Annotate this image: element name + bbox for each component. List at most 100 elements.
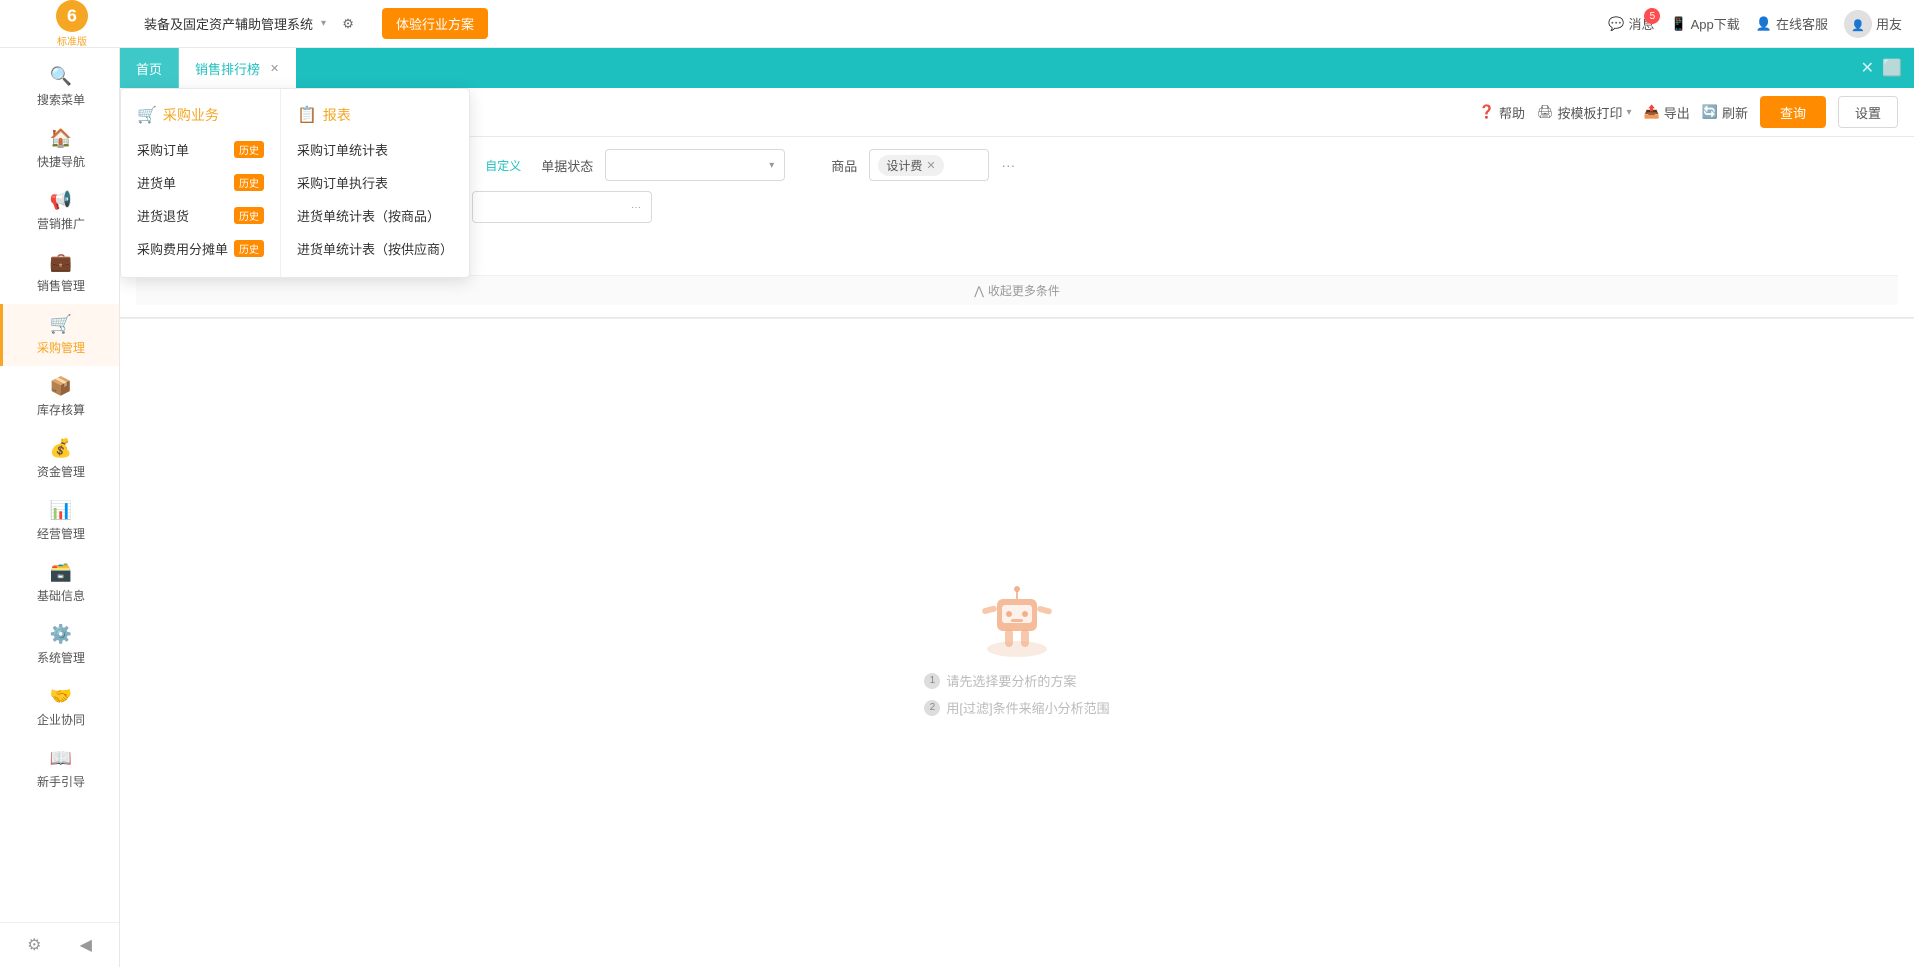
- empty-steps: 1 请先选择要分析的方案 2 用[过滤]条件来缩小分析范围: [924, 671, 1109, 717]
- sidebar-collapse-icon[interactable]: ◀: [80, 935, 92, 955]
- print-chevron-icon[interactable]: ▾: [1627, 107, 1632, 118]
- sidebar-item-guide-label: 新手引导: [37, 773, 85, 790]
- sidebar-item-finance[interactable]: 💰 资金管理: [0, 428, 119, 490]
- history-badge-return: 历史: [234, 207, 264, 224]
- app-download-button[interactable]: 📱 App下载: [1670, 14, 1739, 33]
- system-title: 装备及固定资产辅助管理系统: [144, 14, 313, 33]
- header-right: 💬 消息 5 📱 App下载 👤 在线客服 👤 用友: [1608, 10, 1902, 38]
- dropdown-item-order-stats[interactable]: 采购订单统计表: [281, 133, 469, 166]
- step-1-dot: 1: [924, 673, 940, 689]
- tab-close-icon[interactable]: ✕: [270, 62, 279, 75]
- help-button[interactable]: ❓ 帮助: [1479, 103, 1525, 122]
- message-button[interactable]: 💬 消息 5: [1608, 14, 1654, 33]
- inbound-stats-goods-label: 进货单统计表（按商品）: [297, 206, 440, 225]
- sidebar-item-quicknav[interactable]: 🏠 快捷导航: [0, 118, 119, 180]
- refresh-button[interactable]: 🔄 刷新: [1702, 103, 1748, 122]
- doc-status-label: 单据状态: [533, 156, 593, 175]
- empty-step-1: 1 请先选择要分析的方案: [924, 671, 1109, 690]
- inbound-stats-supplier-label: 进货单统计表（按供应商）: [297, 239, 453, 258]
- user-avatar: 👤: [1844, 10, 1872, 38]
- step-1-text: 请先选择要分析的方案: [946, 671, 1076, 690]
- guide-icon: 📖: [50, 748, 72, 769]
- sidebar-item-operations[interactable]: 📊 经营管理: [0, 490, 119, 552]
- export-button[interactable]: 📤 导出: [1644, 103, 1690, 122]
- sidebar-item-basicinfo[interactable]: 🗃️ 基础信息: [0, 552, 119, 614]
- export-icon: 📤: [1644, 104, 1660, 120]
- content-area: 首页 销售排行榜 ✕ ✕ ⬜ 🛒 采购业务 采购订单: [120, 48, 1914, 967]
- help-label: 帮助: [1499, 103, 1525, 122]
- sidebar-item-search-label: 搜索菜单: [37, 91, 85, 108]
- avatar-image: 👤: [1844, 10, 1872, 38]
- print-icon: 🖨: [1537, 104, 1554, 120]
- step-2-dot: 2: [924, 700, 940, 716]
- goods-chip-label: 设计费: [886, 157, 922, 174]
- step-2-text: 用[过滤]条件来缩小分析范围: [946, 698, 1109, 717]
- tab-home[interactable]: 首页: [120, 48, 179, 88]
- svg-text:6: 6: [67, 5, 77, 25]
- sidebar-item-marketing[interactable]: 📢 营销推广: [0, 180, 119, 242]
- query-button[interactable]: 查询: [1760, 96, 1826, 128]
- collapse-bar[interactable]: ⋀ 收起更多条件: [136, 275, 1898, 305]
- user-label: 用友: [1876, 14, 1902, 33]
- sidebar-item-guide[interactable]: 📖 新手引导: [0, 738, 119, 800]
- industry-solution-button[interactable]: 体验行业方案: [382, 8, 488, 39]
- doc-status-select[interactable]: ▾: [605, 149, 785, 181]
- dropdown-item-order-exec[interactable]: 采购订单执行表: [281, 166, 469, 199]
- sidebar-item-inventory[interactable]: 📦 库存核算: [0, 366, 119, 428]
- message-icon: 💬: [1608, 16, 1624, 32]
- shortcut-custom[interactable]: 自定义: [485, 157, 521, 174]
- refresh-label: 刷新: [1722, 103, 1748, 122]
- sidebar-item-sysmanage-label: 系统管理: [37, 649, 85, 666]
- tab-maximize-icon[interactable]: ⬜: [1882, 58, 1902, 78]
- home-icon: 🏠: [50, 128, 72, 149]
- online-service-button[interactable]: 👤 在线客服: [1756, 14, 1828, 33]
- print-button[interactable]: 🖨 按模板打印 ▾: [1537, 103, 1632, 122]
- salesperson-select[interactable]: ···: [472, 191, 652, 223]
- goods-more-icon[interactable]: ···: [1001, 157, 1015, 173]
- system-settings-icon[interactable]: ⚙: [334, 10, 362, 38]
- sidebar-item-sysmanage[interactable]: ⚙️ 系统管理: [0, 614, 119, 676]
- goods-filter[interactable]: 设计费 ✕: [869, 149, 989, 181]
- sidebar-item-search[interactable]: 🔍 搜索菜单: [0, 56, 119, 118]
- history-badge-expense: 历史: [234, 240, 264, 257]
- tab-minimize-icon[interactable]: ✕: [1861, 58, 1874, 78]
- dropdown-header-purchase: 🛒 采购业务: [121, 101, 280, 133]
- logo-text: 标准版: [57, 33, 87, 48]
- system-title-area: 装备及固定资产辅助管理系统 ▾ ⚙: [132, 10, 374, 38]
- logo-area: 6 标准版: [12, 0, 132, 48]
- order-stats-label: 采购订单统计表: [297, 140, 388, 159]
- sidebar-item-purchase[interactable]: 🛒 采购管理: [0, 304, 119, 366]
- dropdown-item-return[interactable]: 进货退货 历史: [121, 199, 280, 232]
- tab-home-label: 首页: [136, 59, 162, 78]
- finance-icon: 💰: [50, 438, 72, 459]
- empty-step-2: 2 用[过滤]条件来缩小分析范围: [924, 698, 1109, 717]
- sidebar-item-sales[interactable]: 💼 销售管理: [0, 242, 119, 304]
- tab-sales-ranking-label: 销售排行榜: [195, 59, 260, 78]
- svg-text:👤: 👤: [1851, 19, 1865, 32]
- empty-state: 1 请先选择要分析的方案 2 用[过滤]条件来缩小分析范围: [120, 319, 1914, 967]
- sidebar-settings-icon[interactable]: ⚙: [27, 935, 41, 955]
- system-title-chevron-icon[interactable]: ▾: [321, 18, 326, 29]
- dropdown-item-purchase-order[interactable]: 采购订单 历史: [121, 133, 280, 166]
- phone-icon: 📱: [1670, 16, 1686, 32]
- salesperson-chevron-icon: ···: [631, 202, 641, 213]
- dropdown-item-inbound-stats-goods[interactable]: 进货单统计表（按商品）: [281, 199, 469, 232]
- tab-sales-ranking[interactable]: 销售排行榜 ✕: [179, 48, 296, 88]
- operations-icon: 📊: [50, 500, 72, 521]
- dropdown-item-expense[interactable]: 采购费用分摊单 历史: [121, 232, 280, 265]
- sidebar-item-inventory-label: 库存核算: [37, 401, 85, 418]
- help-icon: ❓: [1479, 104, 1495, 120]
- expense-label: 采购费用分摊单: [137, 239, 228, 258]
- online-service-label: 在线客服: [1776, 14, 1828, 33]
- sidebar-item-collab[interactable]: 🤝 企业协同: [0, 676, 119, 738]
- dropdown-item-inbound-stats-supplier[interactable]: 进货单统计表（按供应商）: [281, 232, 469, 265]
- sidebar-item-basicinfo-label: 基础信息: [37, 587, 85, 604]
- dropdown-item-inbound[interactable]: 进货单 历史: [121, 166, 280, 199]
- goods-chip-close-icon[interactable]: ✕: [926, 159, 935, 172]
- goods-chip: 设计费 ✕: [878, 155, 943, 176]
- sidebar-item-collab-label: 企业协同: [37, 711, 85, 728]
- settings-button[interactable]: 设置: [1838, 96, 1898, 128]
- user-menu-button[interactable]: 👤 用友: [1844, 10, 1902, 38]
- dropdown-header-purchase-label: 采购业务: [163, 105, 219, 125]
- order-exec-label: 采购订单执行表: [297, 173, 388, 192]
